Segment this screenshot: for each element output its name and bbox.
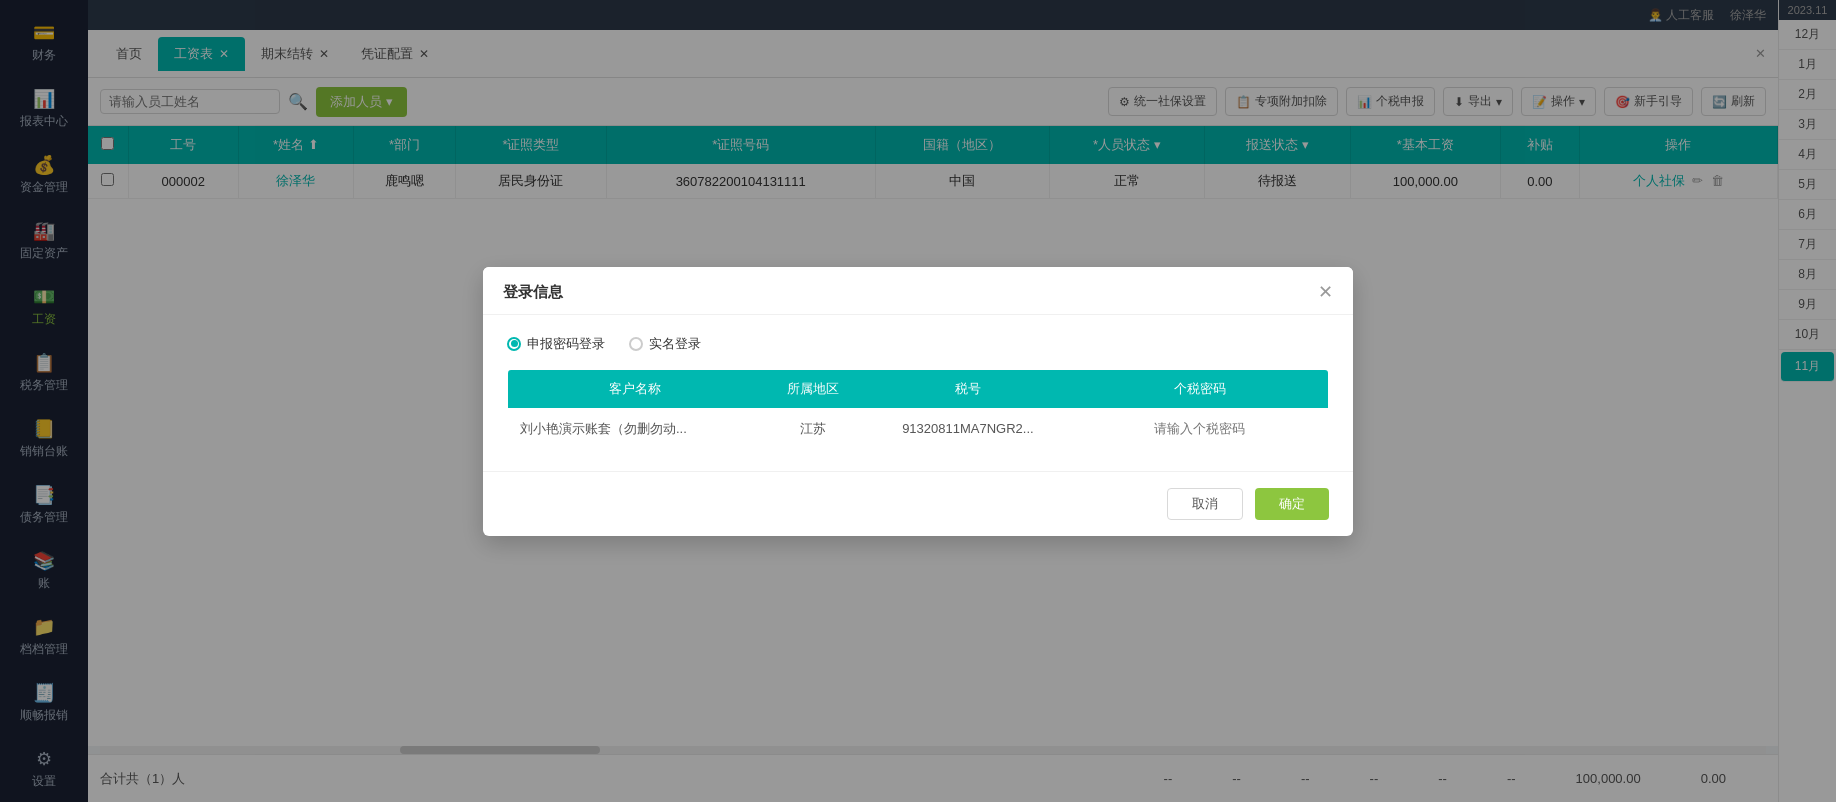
region-cell: 江苏	[763, 408, 864, 451]
tax-password-cell[interactable]	[1072, 408, 1329, 451]
login-method-group: 申报密码登录 实名登录	[507, 335, 1329, 353]
realname-login-label: 实名登录	[649, 335, 701, 353]
dialog-overlay: 登录信息 ✕ 申报密码登录 实名登录 客户名称 所属地区	[0, 0, 1836, 802]
password-login-label: 申报密码登录	[527, 335, 605, 353]
password-login-radio[interactable]	[507, 337, 521, 351]
cancel-button[interactable]: 取消	[1167, 488, 1243, 520]
dialog-title: 登录信息	[503, 283, 563, 302]
realname-login-option[interactable]: 实名登录	[629, 335, 701, 353]
realname-login-radio[interactable]	[629, 337, 643, 351]
client-name-cell: 刘小艳演示账套（勿删勿动...	[508, 408, 763, 451]
col-tax-password: 个税密码	[1072, 369, 1329, 408]
login-dialog: 登录信息 ✕ 申报密码登录 实名登录 客户名称 所属地区	[483, 267, 1353, 536]
tax-id-cell: 91320811MA7NGR2...	[864, 408, 1072, 451]
login-info-table: 客户名称 所属地区 税号 个税密码 刘小艳演示账套（勿删勿动... 江苏 913…	[507, 369, 1329, 451]
col-client-name: 客户名称	[508, 369, 763, 408]
tax-password-input[interactable]	[1084, 421, 1316, 436]
confirm-button[interactable]: 确定	[1255, 488, 1329, 520]
col-region: 所属地区	[763, 369, 864, 408]
col-tax-id: 税号	[864, 369, 1072, 408]
password-login-option[interactable]: 申报密码登录	[507, 335, 605, 353]
login-info-row: 刘小艳演示账套（勿删勿动... 江苏 91320811MA7NGR2...	[508, 408, 1329, 451]
dialog-close-button[interactable]: ✕	[1318, 283, 1333, 301]
dialog-body: 申报密码登录 实名登录 客户名称 所属地区 税号 个税密码	[483, 315, 1353, 471]
dialog-footer: 取消 确定	[483, 471, 1353, 536]
dialog-header: 登录信息 ✕	[483, 267, 1353, 315]
